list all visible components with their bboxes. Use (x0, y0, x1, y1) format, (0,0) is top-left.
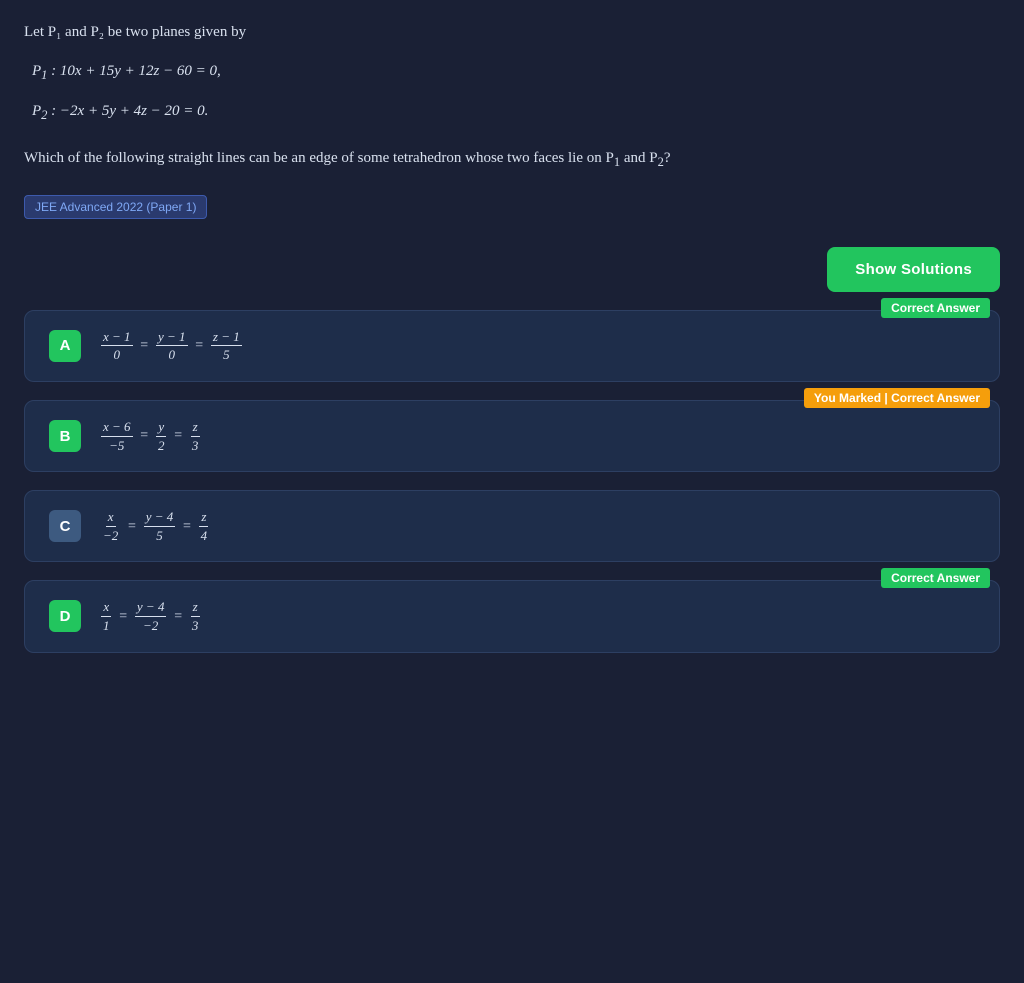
option-wrapper-c: C x−2 = y − 45 = z4 (24, 490, 1000, 562)
option-label-a: A (49, 330, 81, 362)
option-card-c[interactable]: C x−2 = y − 45 = z4 (24, 490, 1000, 562)
question-body: Which of the following straight lines ca… (24, 146, 1000, 173)
jee-tag: JEE Advanced 2022 (Paper 1) (24, 195, 207, 219)
badge-youmarked-b: You Marked | Correct Answer (804, 388, 990, 408)
option-wrapper-d: Correct Answer D x1 = y − 4−2 = z3 (24, 580, 1000, 652)
option-label-d: D (49, 600, 81, 632)
tag-container: JEE Advanced 2022 (Paper 1) (24, 195, 1000, 219)
show-solutions-row: Show Solutions (24, 247, 1000, 292)
option-label-b: B (49, 420, 81, 452)
option-math-a: x − 10 = y − 10 = z − 15 (101, 329, 242, 363)
option-wrapper-b: You Marked | Correct Answer B x − 6−5 = … (24, 400, 1000, 472)
option-math-b: x − 6−5 = y2 = z3 (101, 419, 200, 453)
question-intro: Let P₁ and P₂ be two planes given by (24, 20, 1000, 46)
option-math-d: x1 = y − 4−2 = z3 (101, 599, 200, 633)
option-card-a[interactable]: A x − 10 = y − 10 = z − 15 (24, 310, 1000, 382)
option-label-c: C (49, 510, 81, 542)
plane2-equation: P2 : −2x + 5y + 4z − 20 = 0. (32, 96, 1000, 128)
badge-correct-d: Correct Answer (881, 568, 990, 588)
show-solutions-button[interactable]: Show Solutions (827, 247, 1000, 292)
plane1-equation: P1 : 10x + 15y + 12z − 60 = 0, (32, 56, 1000, 88)
badge-correct-a: Correct Answer (881, 298, 990, 318)
option-card-d[interactable]: D x1 = y − 4−2 = z3 (24, 580, 1000, 652)
option-wrapper-a: Correct Answer A x − 10 = y − 10 = z − 1… (24, 310, 1000, 382)
option-math-c: x−2 = y − 45 = z4 (101, 509, 209, 543)
option-card-b[interactable]: B x − 6−5 = y2 = z3 (24, 400, 1000, 472)
